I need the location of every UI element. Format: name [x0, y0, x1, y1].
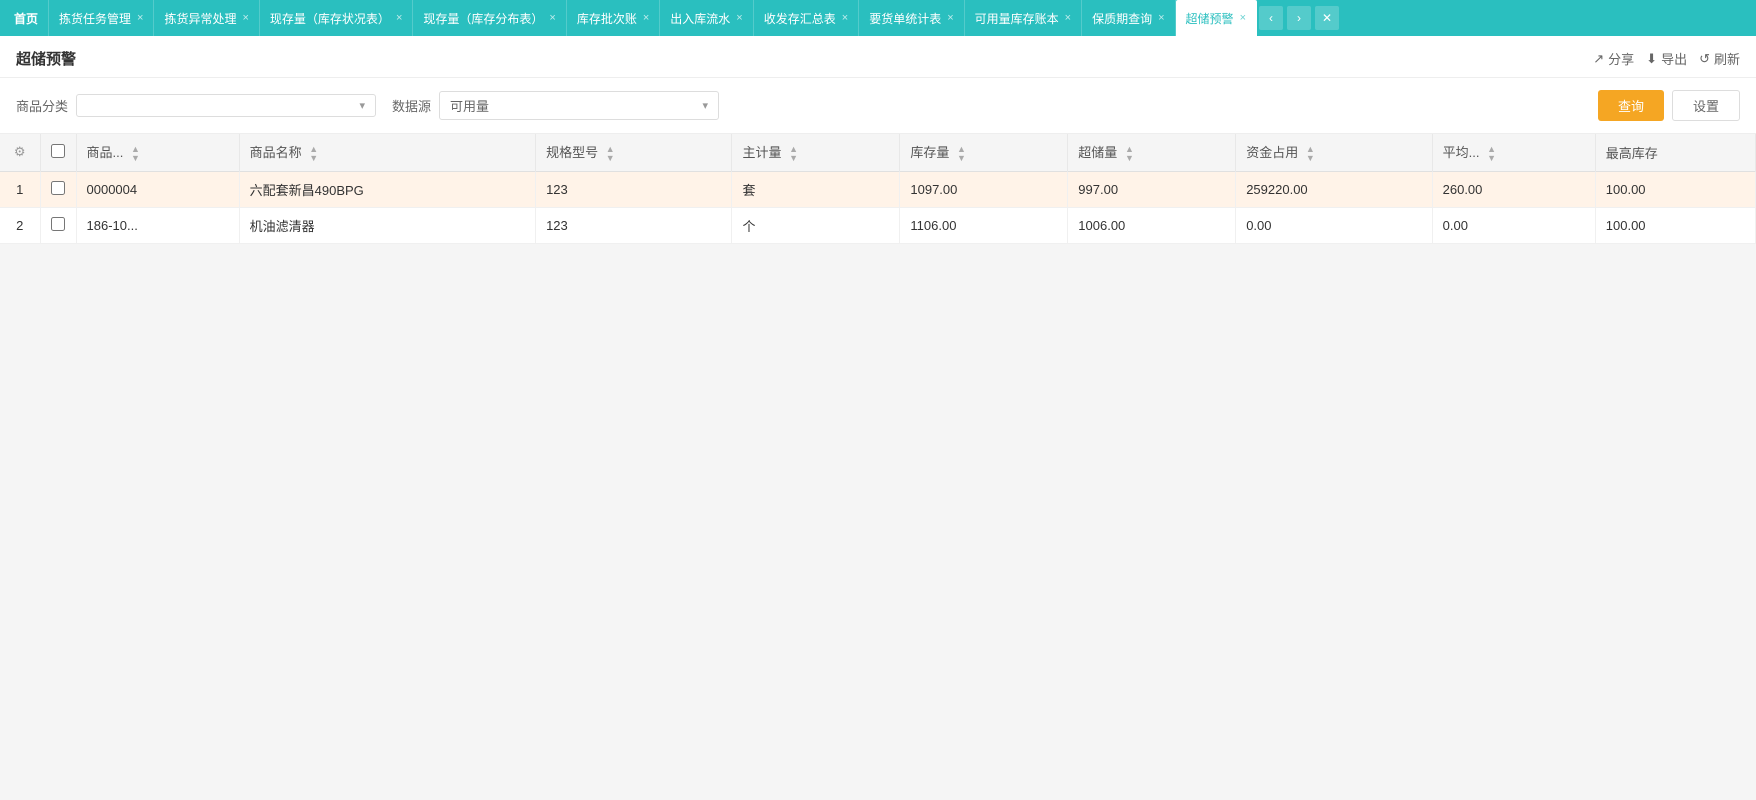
- sort-capital-icon: ▲▼: [1306, 145, 1315, 163]
- close-order-stats[interactable]: ×: [947, 12, 953, 24]
- page-header: 超储预警 ↗ 分享 ⬇ 导出 ↺ 刷新: [0, 36, 1756, 78]
- close-inventory-status[interactable]: ×: [396, 12, 402, 24]
- export-button[interactable]: ⬇ 导出: [1646, 49, 1687, 68]
- nav-tab-home[interactable]: 首页: [4, 0, 49, 36]
- export-icon: ⬇: [1646, 51, 1657, 67]
- row-2-spec: 123: [536, 207, 732, 243]
- close-refine-task[interactable]: ×: [137, 12, 143, 24]
- data-table: ⚙ 商品... ▲▼ 商品名称 ▲▼ 规格型号 ▲▼ 主计: [0, 134, 1756, 244]
- row-1-max-stock: 100.00: [1595, 171, 1755, 207]
- refresh-icon: ↺: [1699, 51, 1710, 67]
- category-label: 商品分类: [16, 96, 68, 115]
- close-over-storage[interactable]: ×: [1240, 12, 1246, 24]
- datasource-filter: 数据源 可用量 ▾: [392, 91, 719, 120]
- row-1-checkbox-cell: [40, 171, 76, 207]
- close-quality-check[interactable]: ×: [1158, 12, 1164, 24]
- row-1-spec: 123: [536, 171, 732, 207]
- category-arrow-icon: ▾: [359, 99, 365, 112]
- page-title: 超储预警: [16, 48, 76, 69]
- header-actions: ↗ 分享 ⬇ 导出 ↺ 刷新: [1593, 49, 1740, 68]
- row-2-max-stock: 100.00: [1595, 207, 1755, 243]
- sort-overstock-icon: ▲▼: [1125, 145, 1134, 163]
- row-1-product-code: 0000004: [76, 171, 239, 207]
- nav-arrow-left[interactable]: ‹: [1259, 6, 1283, 30]
- col-header-settings: ⚙: [0, 134, 40, 171]
- close-inventory-dist[interactable]: ×: [549, 12, 555, 24]
- row-2-product-code: 186-10...: [76, 207, 239, 243]
- row-1-stock: 1097.00: [900, 171, 1068, 207]
- col-header-spec[interactable]: 规格型号 ▲▼: [536, 134, 732, 171]
- row-1-unit: 套: [732, 171, 900, 207]
- sort-product-code-icon: ▲▼: [131, 145, 140, 163]
- col-header-capital[interactable]: 资金占用 ▲▼: [1236, 134, 1432, 171]
- col-header-over-stock[interactable]: 超储量 ▲▼: [1068, 134, 1236, 171]
- share-button[interactable]: ↗ 分享: [1593, 49, 1634, 68]
- row-1-checkbox[interactable]: [51, 181, 65, 195]
- sort-stock-icon: ▲▼: [957, 145, 966, 163]
- filter-bar: 商品分类 ▾ 数据源 可用量 ▾ 查询 设置: [0, 78, 1756, 134]
- nav-arrow-close[interactable]: ✕: [1315, 6, 1339, 30]
- category-select[interactable]: ▾: [76, 94, 376, 117]
- row-2-unit: 个: [732, 207, 900, 243]
- refresh-button[interactable]: ↺ 刷新: [1699, 49, 1740, 68]
- datasource-label: 数据源: [392, 96, 431, 115]
- datasource-value: 可用量: [450, 96, 489, 115]
- close-collect-summary[interactable]: ×: [842, 12, 848, 24]
- row-1-capital: 259220.00: [1236, 171, 1432, 207]
- sort-unit-icon: ▲▼: [789, 145, 798, 163]
- table-container: ⚙ 商品... ▲▼ 商品名称 ▲▼ 规格型号 ▲▼ 主计: [0, 134, 1756, 244]
- top-nav: 首页 拣货任务管理 × 拣货异常处理 × 现存量（库存状况表） × 现存量（库存…: [0, 0, 1756, 36]
- nav-tab-inventory-status[interactable]: 现存量（库存状况表） ×: [260, 0, 413, 36]
- settings-gear-icon[interactable]: ⚙: [14, 144, 26, 159]
- col-header-product-name[interactable]: 商品名称 ▲▼: [239, 134, 535, 171]
- row-2-checkbox[interactable]: [51, 217, 65, 231]
- row-2-stock: 1106.00: [900, 207, 1068, 243]
- nav-tab-inventory-dist[interactable]: 现存量（库存分布表） ×: [413, 0, 566, 36]
- nav-tab-order-stats[interactable]: 要货单统计表 ×: [859, 0, 964, 36]
- close-available-account[interactable]: ×: [1065, 12, 1071, 24]
- row-2-index: 2: [0, 207, 40, 243]
- query-button[interactable]: 查询: [1598, 90, 1664, 121]
- nav-arrow-right[interactable]: ›: [1287, 6, 1311, 30]
- col-header-checkbox: [40, 134, 76, 171]
- sort-spec-icon: ▲▼: [606, 145, 615, 163]
- col-header-product-code[interactable]: 商品... ▲▼: [76, 134, 239, 171]
- select-all-checkbox[interactable]: [51, 144, 65, 158]
- col-header-stock[interactable]: 库存量 ▲▼: [900, 134, 1068, 171]
- nav-tab-refine-abnormal[interactable]: 拣货异常处理 ×: [154, 0, 259, 36]
- close-inventory-batch[interactable]: ×: [643, 12, 649, 24]
- col-header-unit[interactable]: 主计量 ▲▼: [732, 134, 900, 171]
- table-header-row: ⚙ 商品... ▲▼ 商品名称 ▲▼ 规格型号 ▲▼ 主计: [0, 134, 1756, 171]
- filter-buttons: 查询 设置: [1598, 90, 1740, 121]
- nav-tab-inventory-batch[interactable]: 库存批次账 ×: [567, 0, 660, 36]
- table-row: 1 0000004 六配套新昌490BPG 123 套 1097.00 997.…: [0, 171, 1756, 207]
- close-refine-abnormal[interactable]: ×: [242, 12, 248, 24]
- row-2-checkbox-cell: [40, 207, 76, 243]
- row-1-over-stock: 997.00: [1068, 171, 1236, 207]
- col-header-max-stock[interactable]: 最高库存: [1595, 134, 1755, 171]
- nav-tab-over-storage[interactable]: 超储预警 ×: [1176, 0, 1257, 36]
- datasource-arrow-icon: ▾: [703, 99, 709, 112]
- row-1-product-name: 六配套新昌490BPG: [239, 171, 535, 207]
- sort-product-name-icon: ▲▼: [309, 145, 318, 163]
- nav-tab-available-account[interactable]: 可用量库存账本 ×: [965, 0, 1082, 36]
- col-header-avg[interactable]: 平均... ▲▼: [1432, 134, 1595, 171]
- datasource-select[interactable]: 可用量 ▾: [439, 91, 719, 120]
- nav-tab-refine-task[interactable]: 拣货任务管理 ×: [49, 0, 154, 36]
- sort-avg-icon: ▲▼: [1487, 145, 1496, 163]
- share-icon: ↗: [1593, 51, 1604, 67]
- nav-tab-collect-summary[interactable]: 收发存汇总表 ×: [754, 0, 859, 36]
- table-row: 2 186-10... 机油滤清器 123 个 1106.00 1006.00 …: [0, 207, 1756, 243]
- row-2-avg: 0.00: [1432, 207, 1595, 243]
- row-2-capital: 0.00: [1236, 207, 1432, 243]
- settings-button[interactable]: 设置: [1672, 90, 1740, 121]
- category-filter: 商品分类 ▾: [16, 94, 376, 117]
- nav-tab-inout-flow[interactable]: 出入库流水 ×: [660, 0, 753, 36]
- row-1-avg: 260.00: [1432, 171, 1595, 207]
- row-2-product-name: 机油滤清器: [239, 207, 535, 243]
- row-1-index: 1: [0, 171, 40, 207]
- row-2-over-stock: 1006.00: [1068, 207, 1236, 243]
- nav-tab-quality-check[interactable]: 保质期查询 ×: [1082, 0, 1175, 36]
- close-inout-flow[interactable]: ×: [736, 12, 742, 24]
